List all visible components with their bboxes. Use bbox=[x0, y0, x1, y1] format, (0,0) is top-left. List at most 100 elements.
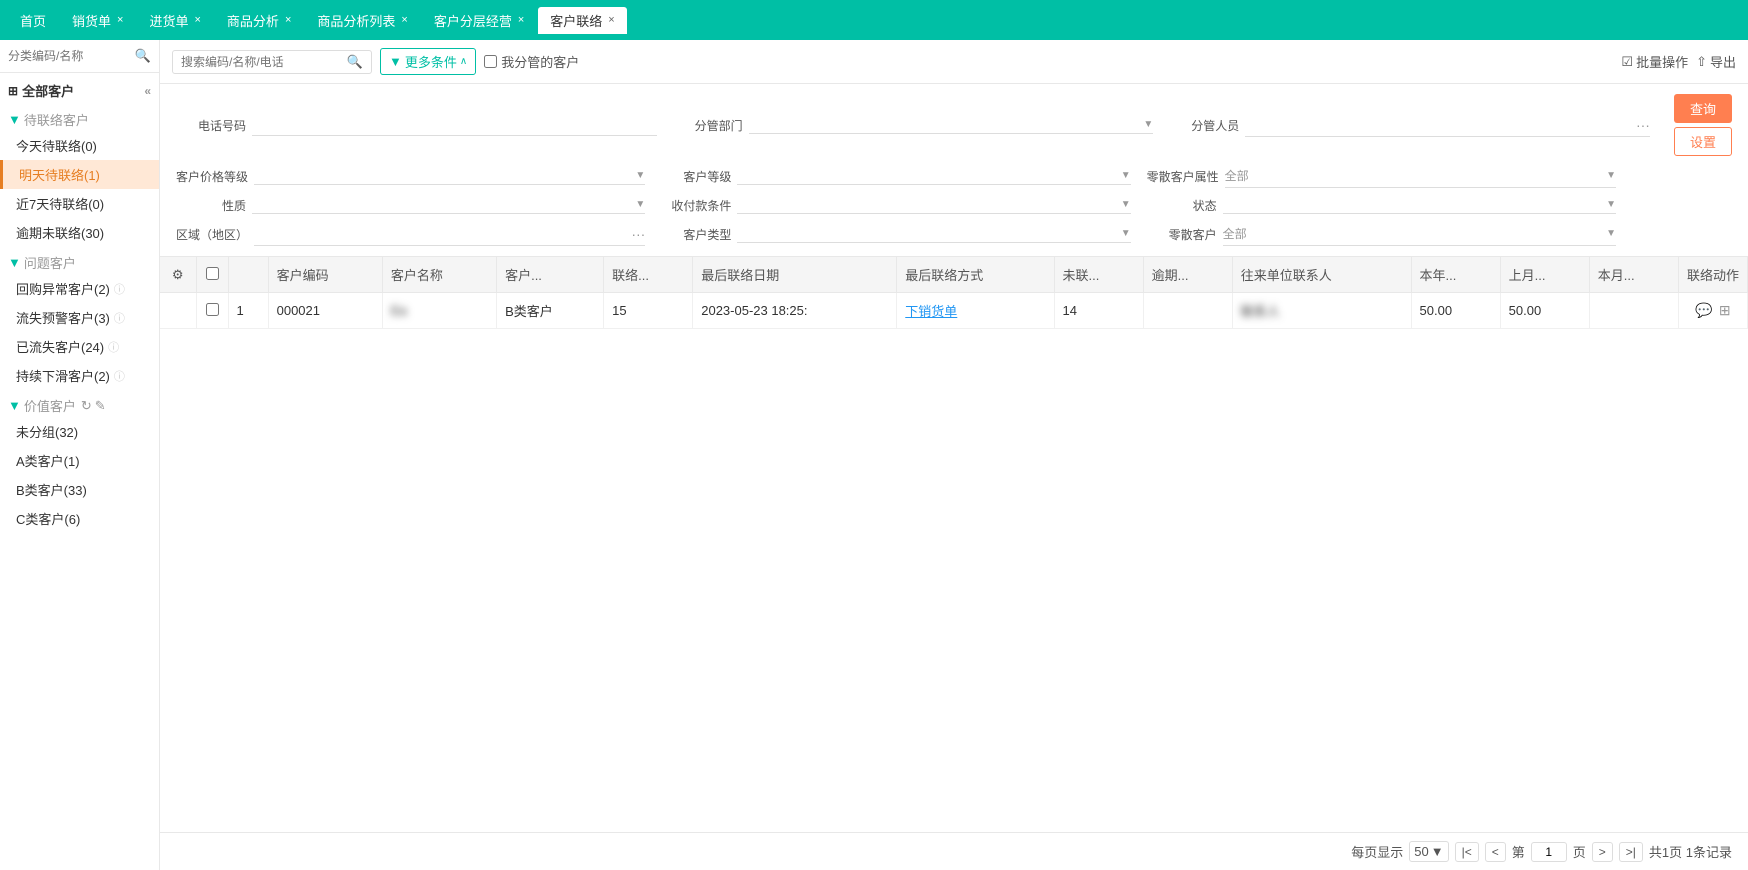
page-size-arrow: ▼ bbox=[1431, 844, 1444, 859]
sidebar-search-icon[interactable]: 🔍 bbox=[135, 48, 151, 64]
filter-payment-select[interactable]: ▼ bbox=[737, 196, 1130, 214]
sidebar-item-class-a-label: A类客户(1) bbox=[16, 451, 80, 470]
nav-product-analysis-close[interactable]: × bbox=[285, 14, 291, 26]
filter-region-select[interactable]: ··· bbox=[254, 223, 645, 246]
filter-customer-type-arrow: ▼ bbox=[1121, 228, 1131, 239]
filter-more-btn[interactable]: ▼ 更多条件 ∧ bbox=[380, 48, 476, 75]
sidebar-item-class-c[interactable]: C类客户(6) bbox=[0, 504, 159, 533]
page-size-select[interactable]: 50 ▼ bbox=[1409, 841, 1448, 862]
row-checkbox[interactable] bbox=[206, 303, 219, 316]
section-pending-triangle: ▼ bbox=[8, 112, 21, 127]
col-actions-label: 联络动作 bbox=[1687, 268, 1739, 283]
filter-person-select[interactable]: ··· bbox=[1245, 114, 1650, 137]
sidebar-item-today[interactable]: 今天待联络(0) bbox=[0, 131, 159, 160]
filter-price-level-arrow: ▼ bbox=[635, 170, 645, 181]
select-all-checkbox[interactable] bbox=[206, 267, 219, 280]
table-container[interactable]: ⚙ 客户编码 客户名称 客户... 联络... 最后联络日期 最后联络方式 未联… bbox=[160, 257, 1748, 832]
filter-price-level-select[interactable]: ▼ bbox=[254, 167, 645, 185]
section-value-refresh-icon[interactable]: ↻ bbox=[81, 398, 92, 414]
filter-region-dots: ··· bbox=[631, 226, 645, 242]
nav-customer-segment-close[interactable]: × bbox=[518, 14, 524, 26]
export-btn[interactable]: ⇧ 导出 bbox=[1696, 52, 1736, 71]
nav-product-list[interactable]: 商品分析列表 × bbox=[305, 7, 419, 34]
col-contact-label: 联络... bbox=[612, 268, 649, 283]
sidebar-search-area: 🔍 bbox=[0, 40, 159, 73]
next-page-btn[interactable]: > bbox=[1592, 842, 1613, 862]
nav-product-analysis[interactable]: 商品分析 × bbox=[215, 7, 303, 34]
nav-purchase[interactable]: 进货单 × bbox=[137, 7, 212, 34]
sidebar-collapse-btn[interactable]: « bbox=[144, 84, 151, 98]
sidebar-item-tomorrow[interactable]: 明天待联络(1) bbox=[0, 160, 159, 189]
filter-row-1: 电话号码 分管部门 ▼ 分管人员 ··· bbox=[176, 94, 1732, 156]
query-btn[interactable]: 查询 bbox=[1674, 94, 1732, 123]
nav-home[interactable]: 首页 bbox=[8, 7, 58, 34]
sidebar-item-class-a[interactable]: A类客户(1) bbox=[0, 446, 159, 475]
filter-price-level-label: 客户价格等级 bbox=[176, 168, 248, 185]
filter-buttons: 查询 设置 bbox=[1666, 94, 1732, 156]
search-input[interactable] bbox=[181, 55, 343, 69]
action-grid-icon[interactable]: ⊞ bbox=[1719, 302, 1731, 319]
last-page-btn[interactable]: >| bbox=[1619, 842, 1643, 862]
sidebar-item-loss-warning-label: 流失预警客户(3) bbox=[16, 308, 110, 327]
filter-nature: 性质 ▼ bbox=[176, 196, 645, 214]
sidebar-item-overdue[interactable]: 逾期未联络(30) bbox=[0, 218, 159, 247]
sidebar-item-repurchase-abnormal[interactable]: 回购异常客户(2) ⓘ bbox=[0, 274, 159, 303]
page-size-value: 50 bbox=[1414, 844, 1428, 859]
filter-customer-type-select[interactable]: ▼ bbox=[737, 225, 1130, 243]
filter-customer-type-label: 客户类型 bbox=[661, 226, 731, 243]
first-page-btn[interactable]: |< bbox=[1455, 842, 1479, 862]
nav-product-list-close[interactable]: × bbox=[401, 14, 407, 26]
my-customers-label: 我分管的客户 bbox=[501, 52, 579, 71]
sidebar-search-input[interactable] bbox=[8, 49, 131, 63]
page-input[interactable] bbox=[1531, 842, 1567, 862]
last-contact-link[interactable]: 下销货单 bbox=[905, 304, 957, 319]
my-customers-checkbox-label[interactable]: 我分管的客户 bbox=[484, 52, 579, 71]
page-label: 第 bbox=[1512, 842, 1525, 861]
export-label: 导出 bbox=[1710, 52, 1736, 71]
section-value-triangle: ▼ bbox=[8, 398, 21, 413]
prev-page-btn[interactable]: < bbox=[1485, 842, 1506, 862]
col-last-month-label: 上月... bbox=[1509, 268, 1546, 283]
row-gear-cell bbox=[160, 293, 196, 329]
sidebar-item-7days[interactable]: 近7天待联络(0) bbox=[0, 189, 159, 218]
sidebar-item-loss-warning[interactable]: 流失预警客户(3) ⓘ bbox=[0, 303, 159, 332]
my-customers-checkbox[interactable] bbox=[484, 55, 497, 68]
filter-status-select[interactable]: ▼ bbox=[1223, 196, 1616, 214]
filter-customer-level-select[interactable]: ▼ bbox=[737, 167, 1130, 185]
nav-purchase-close[interactable]: × bbox=[194, 14, 200, 26]
settings-icon[interactable]: ⚙ bbox=[172, 267, 184, 282]
table-row: 1 000021 Ea B类客户 15 2023-05-23 18:25: 下销… bbox=[160, 293, 1748, 329]
row-type: B类客户 bbox=[497, 293, 604, 329]
sidebar-item-declining[interactable]: 持续下滑客户(2) ⓘ bbox=[0, 361, 159, 390]
page-size-label: 每页显示 bbox=[1351, 842, 1403, 861]
search-icon[interactable]: 🔍 bbox=[347, 54, 363, 70]
nav-customer-contact-close[interactable]: × bbox=[608, 14, 614, 26]
filter-phone-input[interactable] bbox=[252, 115, 657, 136]
set-btn[interactable]: 设置 bbox=[1674, 127, 1732, 156]
filter-dept-select[interactable]: ▼ bbox=[749, 116, 1154, 134]
filter-status-arrow: ▼ bbox=[1606, 199, 1616, 210]
filter-phone-label: 电话号码 bbox=[176, 117, 246, 134]
filter-person: 分管人员 ··· bbox=[1169, 114, 1650, 137]
col-uncontacted: 未联... bbox=[1054, 257, 1143, 293]
sidebar-item-class-b[interactable]: B类客户(33) bbox=[0, 475, 159, 504]
filter-retail-customer-select[interactable]: 全部 ▼ bbox=[1223, 222, 1616, 246]
filter-retail-attr-select[interactable]: 全部 ▼ bbox=[1225, 164, 1616, 188]
col-contact: 联络... bbox=[604, 257, 693, 293]
filter-nature-select[interactable]: ▼ bbox=[252, 196, 645, 214]
sidebar-item-lost[interactable]: 已流失客户(24) ⓘ bbox=[0, 332, 159, 361]
nav-customer-contact[interactable]: 客户联络 × bbox=[538, 7, 626, 34]
col-code-label: 客户编码 bbox=[277, 268, 329, 283]
nav-sales-close[interactable]: × bbox=[117, 14, 123, 26]
col-last-contact-date: 最后联络日期 bbox=[693, 257, 897, 293]
nav-customer-segment[interactable]: 客户分层经营 × bbox=[422, 7, 536, 34]
nav-sales[interactable]: 销货单 × bbox=[60, 7, 135, 34]
col-this-month: 本月... bbox=[1589, 257, 1678, 293]
filter-phone: 电话号码 bbox=[176, 115, 657, 136]
batch-op-btn[interactable]: ☑ 批量操作 bbox=[1621, 52, 1688, 71]
sidebar-item-ungrouped[interactable]: 未分组(32) bbox=[0, 417, 159, 446]
toolbar-right: ☑ 批量操作 ⇧ 导出 bbox=[1621, 52, 1736, 71]
section-value-edit-icon[interactable]: ✎ bbox=[95, 398, 106, 414]
action-message-icon[interactable]: 💬 bbox=[1695, 302, 1712, 319]
sidebar-all-customers[interactable]: ⊞ 全部客户 « bbox=[0, 73, 159, 104]
